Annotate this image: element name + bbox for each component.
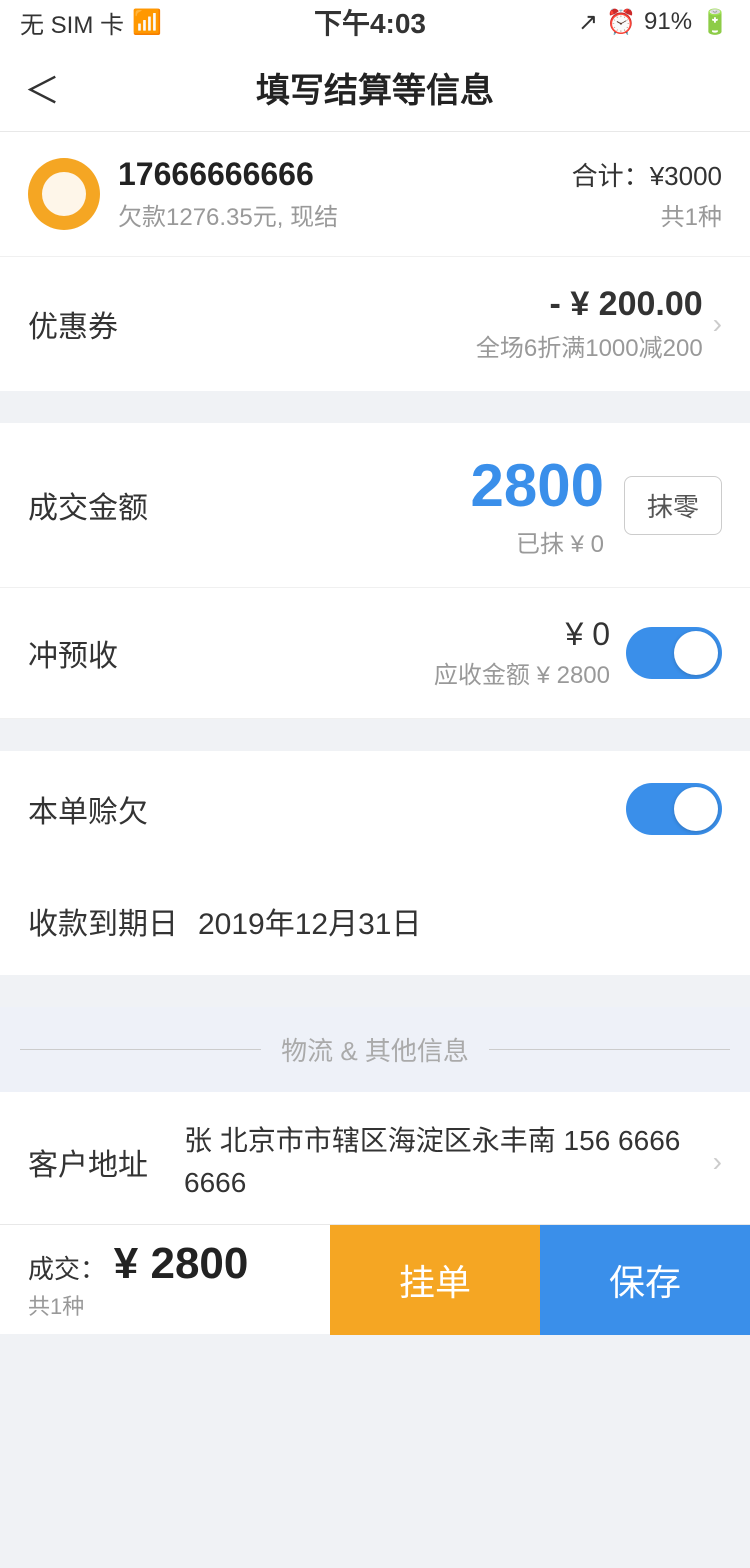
deal-amount-row: 成交金额 2800 已抹 ¥ 0 抹零 xyxy=(0,423,750,588)
debt-toggle-knob xyxy=(674,787,718,831)
section-divider-1 xyxy=(0,407,750,423)
battery-text: 91% xyxy=(644,8,692,36)
prepay-values: ¥ 0 应收金额 ¥ 2800 xyxy=(434,616,610,690)
back-button[interactable]: ＜ xyxy=(24,62,60,114)
deal-amount-card: 成交金额 2800 已抹 ¥ 0 抹零 冲预收 ¥ 0 应收金额 ¥ 2800 xyxy=(0,423,750,719)
logistics-header: 物流 & 其他信息 xyxy=(0,1007,750,1092)
customer-sub: 欠款1276.35元, 现结 xyxy=(118,197,338,232)
deal-amount-value: 2800 xyxy=(471,451,604,520)
coupon-row[interactable]: 优惠券 - ¥ 200.00 全场6折满1000减200 › xyxy=(0,256,750,391)
content-area: 17666666666 欠款1276.35元, 现结 合计：¥3000 共1种 … xyxy=(0,132,750,1568)
customer-right: 合计：¥3000 共1种 xyxy=(572,156,722,232)
customer-info: 17666666666 欠款1276.35元, 现结 xyxy=(118,156,338,232)
prepay-toggle[interactable] xyxy=(626,627,722,679)
status-time: 下午4:03 xyxy=(314,2,426,42)
due-date-value: 2019年12月31日 xyxy=(198,899,421,943)
customer-phone: 17666666666 xyxy=(118,156,338,193)
coupon-right: - ¥ 200.00 全场6折满1000减200 › xyxy=(476,285,722,363)
deal-amount-controls: 2800 已抹 ¥ 0 抹零 xyxy=(471,451,723,559)
coupon-desc: 全场6折满1000减200 xyxy=(476,328,703,363)
coupon-discount: - ¥ 200.00 xyxy=(476,285,703,324)
status-right: ↗ ⏰ 91% 🔋 xyxy=(578,8,730,37)
address-card: 客户地址 张 北京市市辖区海淀区永丰南 156 6666 6666 › xyxy=(0,1092,750,1232)
bottom-deal-amount: ¥ 2800 xyxy=(114,1239,249,1288)
wifi-icon: 📶 xyxy=(132,8,162,37)
sim-signal: 无 SIM 卡 xyxy=(20,5,124,40)
location-icon: ↗ xyxy=(578,8,598,37)
avatar-icon xyxy=(42,172,86,216)
section-divider-2 xyxy=(0,735,750,751)
nav-bar: ＜ 填写结算等信息 xyxy=(0,44,750,132)
deal-amount-value-wrap: 2800 已抹 ¥ 0 xyxy=(471,451,604,559)
prepay-right-wrap: ¥ 0 应收金额 ¥ 2800 xyxy=(434,616,722,690)
bottom-summary: 成交： ¥ 2800 共1种 xyxy=(0,1239,330,1321)
deal-amount-label: 成交金额 xyxy=(28,483,148,527)
toggle-knob xyxy=(674,631,718,675)
status-bar: 无 SIM 卡 📶 下午4:03 ↗ ⏰ 91% 🔋 xyxy=(0,0,750,44)
page-title: 填写结算等信息 xyxy=(256,63,494,112)
logistics-label: 物流 & 其他信息 xyxy=(281,1031,469,1068)
total-label: 合计：¥3000 xyxy=(572,156,722,193)
due-date-row: 收款到期日 2019年12月31日 xyxy=(0,867,750,975)
alarm-icon: ⏰ xyxy=(606,8,636,37)
debt-card: 本单赊欠 收款到期日 2019年12月31日 xyxy=(0,751,750,975)
prepay-amount: ¥ 0 xyxy=(566,616,610,653)
round-button[interactable]: 抹零 xyxy=(624,476,722,535)
customer-left: 17666666666 欠款1276.35元, 现结 xyxy=(28,156,338,232)
address-label: 客户地址 xyxy=(28,1140,148,1184)
battery-icon: 🔋 xyxy=(700,8,730,37)
save-button[interactable]: 保存 xyxy=(540,1225,750,1335)
address-row[interactable]: 客户地址 张 北京市市辖区海淀区永丰南 156 6666 6666 › xyxy=(0,1092,750,1232)
prepay-row: 冲预收 ¥ 0 应收金额 ¥ 2800 xyxy=(0,588,750,719)
section-divider-3 xyxy=(0,991,750,1007)
coupon-label: 优惠券 xyxy=(28,302,118,346)
customer-card: 17666666666 欠款1276.35元, 现结 合计：¥3000 共1种 … xyxy=(0,132,750,391)
total-count: 共1种 xyxy=(572,197,722,232)
coupon-info: - ¥ 200.00 全场6折满1000减200 xyxy=(476,285,703,363)
address-value: 张 北京市市辖区海淀区永丰南 156 6666 6666 xyxy=(164,1120,697,1204)
status-left: 无 SIM 卡 📶 xyxy=(20,5,162,40)
avatar xyxy=(28,158,100,230)
bottom-deal-line: 成交： ¥ 2800 xyxy=(28,1239,302,1289)
deal-amount-right: 2800 已抹 ¥ 0 抹零 xyxy=(471,451,723,559)
customer-row: 17666666666 欠款1276.35元, 现结 合计：¥3000 共1种 xyxy=(0,132,750,256)
debt-label: 本单赊欠 xyxy=(28,787,148,831)
due-date-label: 收款到期日 xyxy=(28,899,178,943)
hold-button[interactable]: 挂单 xyxy=(330,1225,540,1335)
prepay-label: 冲预收 xyxy=(28,631,118,675)
prepay-sub: 应收金额 ¥ 2800 xyxy=(434,655,610,690)
debt-row: 本单赊欠 xyxy=(0,751,750,867)
bottom-bar: 成交： ¥ 2800 共1种 挂单 保存 xyxy=(0,1224,750,1334)
debt-toggle[interactable] xyxy=(626,783,722,835)
bottom-count: 共1种 xyxy=(28,1289,302,1321)
chevron-right-icon: › xyxy=(713,308,722,340)
address-chevron-icon: › xyxy=(713,1146,722,1178)
bottom-deal-label: 成交： xyxy=(28,1254,106,1284)
deal-amount-sub: 已抹 ¥ 0 xyxy=(471,524,604,559)
